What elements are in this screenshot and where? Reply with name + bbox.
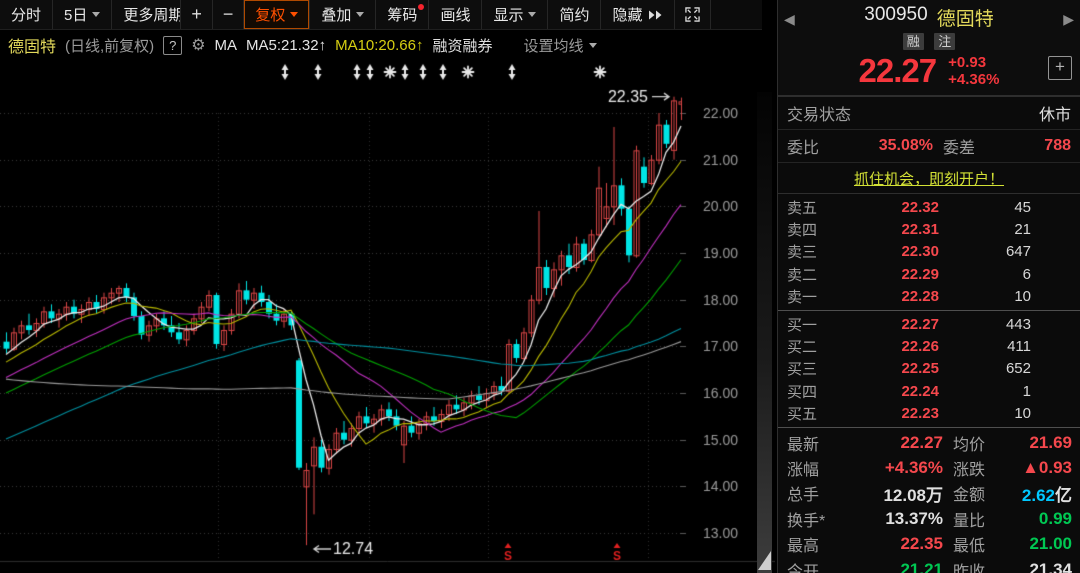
gear-icon[interactable]: ⚙ (191, 35, 205, 55)
pct-change: +4.36% (845, 458, 943, 478)
sell-level-row[interactable]: 卖二22.296 (778, 263, 1080, 285)
stock-badges: 融 注 (778, 33, 1080, 51)
buy-level-row[interactable]: 买三22.25652 (778, 358, 1080, 380)
sell-level-row[interactable]: 卖三22.30647 (778, 241, 1080, 263)
kline-chart[interactable] (0, 60, 775, 573)
ma5-value: MA5:21.32↑ (246, 37, 326, 54)
add-to-watchlist-button[interactable]: + (1048, 56, 1072, 80)
trade-status-row: 交易状态 休市 (778, 97, 1080, 130)
up-arrow-icon: ↑ (319, 37, 327, 54)
toolbar-hide-button[interactable]: 隐藏 (601, 0, 674, 29)
prev-close: 21.34 (1007, 560, 1072, 573)
sell-levels: 卖五22.3245 卖四22.3121 卖三22.30647 卖二22.296 … (778, 194, 1080, 308)
caret-down-icon (589, 43, 597, 48)
stock-name-label: 德固特 (8, 33, 56, 57)
weibi-label: 委比 (787, 134, 837, 158)
total-volume: 12.08万 (845, 481, 943, 506)
toolbar-5day-button[interactable]: 5日 (53, 0, 112, 29)
stats-grid: 最新 22.27 均价 21.69 涨幅 +4.36% 涨跌 ▲0.93 总手 … (778, 428, 1080, 573)
last-price: 22.27 (859, 52, 937, 90)
toolbar-chips-button[interactable]: 筹码 (376, 0, 429, 29)
margin-trading-label[interactable]: 融资融券 (432, 35, 492, 56)
chart-toolbar: 分时 5日 更多周期 + − 复权 叠加 筹码 画线 显示 简约 隐藏 (0, 0, 762, 30)
weibi-row: 委比 35.08% 委差 788 (778, 130, 1080, 163)
price-change: +0.93 +4.36% (948, 54, 999, 88)
stats-row: 最高 22.35 最低 21.00 (778, 531, 1080, 556)
next-stock-arrow-icon[interactable]: ▶ (1063, 11, 1074, 28)
buy-levels: 买一22.27443 买二22.26411 买三22.25652 买四22.24… (778, 311, 1080, 425)
toolbar-adjust-button[interactable]: 复权 (244, 0, 310, 29)
caret-down-icon (356, 12, 364, 17)
price-row: 22.27 +0.93 +4.36% (778, 52, 1080, 90)
day-open: 21.21 (845, 560, 943, 573)
stock-title: 300950 德固特 (778, 0, 1080, 31)
toolbar-drawline-button[interactable]: 画线 (429, 0, 482, 29)
stock-name: 德固特 (937, 4, 994, 31)
help-icon[interactable]: ? (163, 36, 182, 55)
trade-status-label: 交易状态 (787, 101, 863, 125)
abs-change: ▲0.93 (1007, 458, 1072, 478)
toolbar-more-periods-button[interactable]: 更多周期 (112, 0, 181, 29)
turnover-rate: 13.37% (845, 509, 943, 529)
buy-level-row[interactable]: 买四22.241 (778, 380, 1080, 402)
day-low: 21.00 (1007, 534, 1072, 554)
zoom-in-button[interactable]: + (181, 0, 213, 29)
promo-row: 抓住机会，即刻开户！ (778, 163, 1080, 194)
margin-badge: 融 (903, 33, 924, 50)
volume-ratio: 0.99 (1007, 509, 1072, 529)
toolbar-simple-button[interactable]: 简约 (548, 0, 601, 29)
chart-scrollbar[interactable] (757, 92, 772, 573)
zoom-out-button[interactable]: − (213, 0, 245, 29)
buy-level-row[interactable]: 买一22.27443 (778, 313, 1080, 335)
ma-settings-button[interactable]: 设置均线 (523, 35, 596, 56)
change-percent: +4.36% (948, 71, 999, 88)
day-high: 22.35 (845, 534, 943, 554)
note-badge: 注 (934, 33, 955, 50)
weicha-label: 委差 (933, 134, 995, 158)
caret-down-icon (92, 12, 100, 17)
toolbar-minute-button[interactable]: 分时 (0, 0, 53, 29)
caret-down-icon (528, 12, 536, 17)
stats-row: 涨幅 +4.36% 涨跌 ▲0.93 (778, 455, 1080, 480)
toolbar-display-button[interactable]: 显示 (482, 0, 548, 29)
prev-stock-arrow-icon[interactable]: ◀ (784, 11, 795, 28)
avg-price: 21.69 (1007, 433, 1072, 453)
total-amount: 2.62亿 (1007, 481, 1072, 506)
ma-prefix-label: MA (215, 37, 238, 54)
sell-level-row[interactable]: 卖四22.3121 (778, 218, 1080, 240)
caret-down-icon (290, 12, 298, 17)
ma10-value: MA10:20.66↑ (335, 37, 423, 54)
notification-dot-icon (418, 4, 424, 10)
change-amount: +0.93 (948, 54, 999, 71)
buy-level-row[interactable]: 买五22.2310 (778, 403, 1080, 425)
quote-panel: ◀ ▶ 300950 德固特 融 注 22.27 +0.93 +4.36% + … (777, 0, 1080, 573)
sell-level-row[interactable]: 卖一22.2810 (778, 286, 1080, 308)
stats-row: 换手* 13.37% 量比 0.99 (778, 506, 1080, 531)
buy-level-row[interactable]: 买二22.26411 (778, 335, 1080, 357)
chart-header: 德固特 (日线,前复权) ? ⚙ MA MA5:21.32↑ MA10:20.6… (0, 30, 783, 60)
double-arrow-right-icon (648, 10, 663, 20)
sell-level-row[interactable]: 卖五22.3245 (778, 196, 1080, 218)
stats-row: 最新 22.27 均价 21.69 (778, 430, 1080, 455)
fullscreen-button[interactable] (675, 0, 711, 29)
stats-row: 今开 21.21 昨收 21.34 (778, 557, 1080, 573)
trade-status-value: 休市 (863, 101, 1071, 125)
chart-period-label: (日线,前复权) (65, 35, 154, 56)
open-account-link[interactable]: 抓住机会，即刻开户！ (854, 168, 1004, 189)
app-window: 分时 5日 更多周期 + − 复权 叠加 筹码 画线 显示 简约 隐藏 德固特 … (0, 0, 1080, 573)
fullscreen-icon (685, 7, 700, 22)
toolbar-overlay-button[interactable]: 叠加 (310, 0, 376, 29)
weicha-value: 788 (995, 137, 1071, 155)
stock-code: 300950 (864, 4, 927, 31)
quote-header: ◀ ▶ 300950 德固特 融 注 22.27 +0.93 +4.36% + (778, 0, 1080, 97)
scroll-handle-icon[interactable] (758, 551, 771, 570)
stats-row: 总手 12.08万 金额 2.62亿 (778, 481, 1080, 506)
latest-price: 22.27 (845, 433, 943, 453)
up-arrow-icon: ↑ (416, 37, 424, 54)
weibi-value: 35.08% (837, 137, 933, 155)
